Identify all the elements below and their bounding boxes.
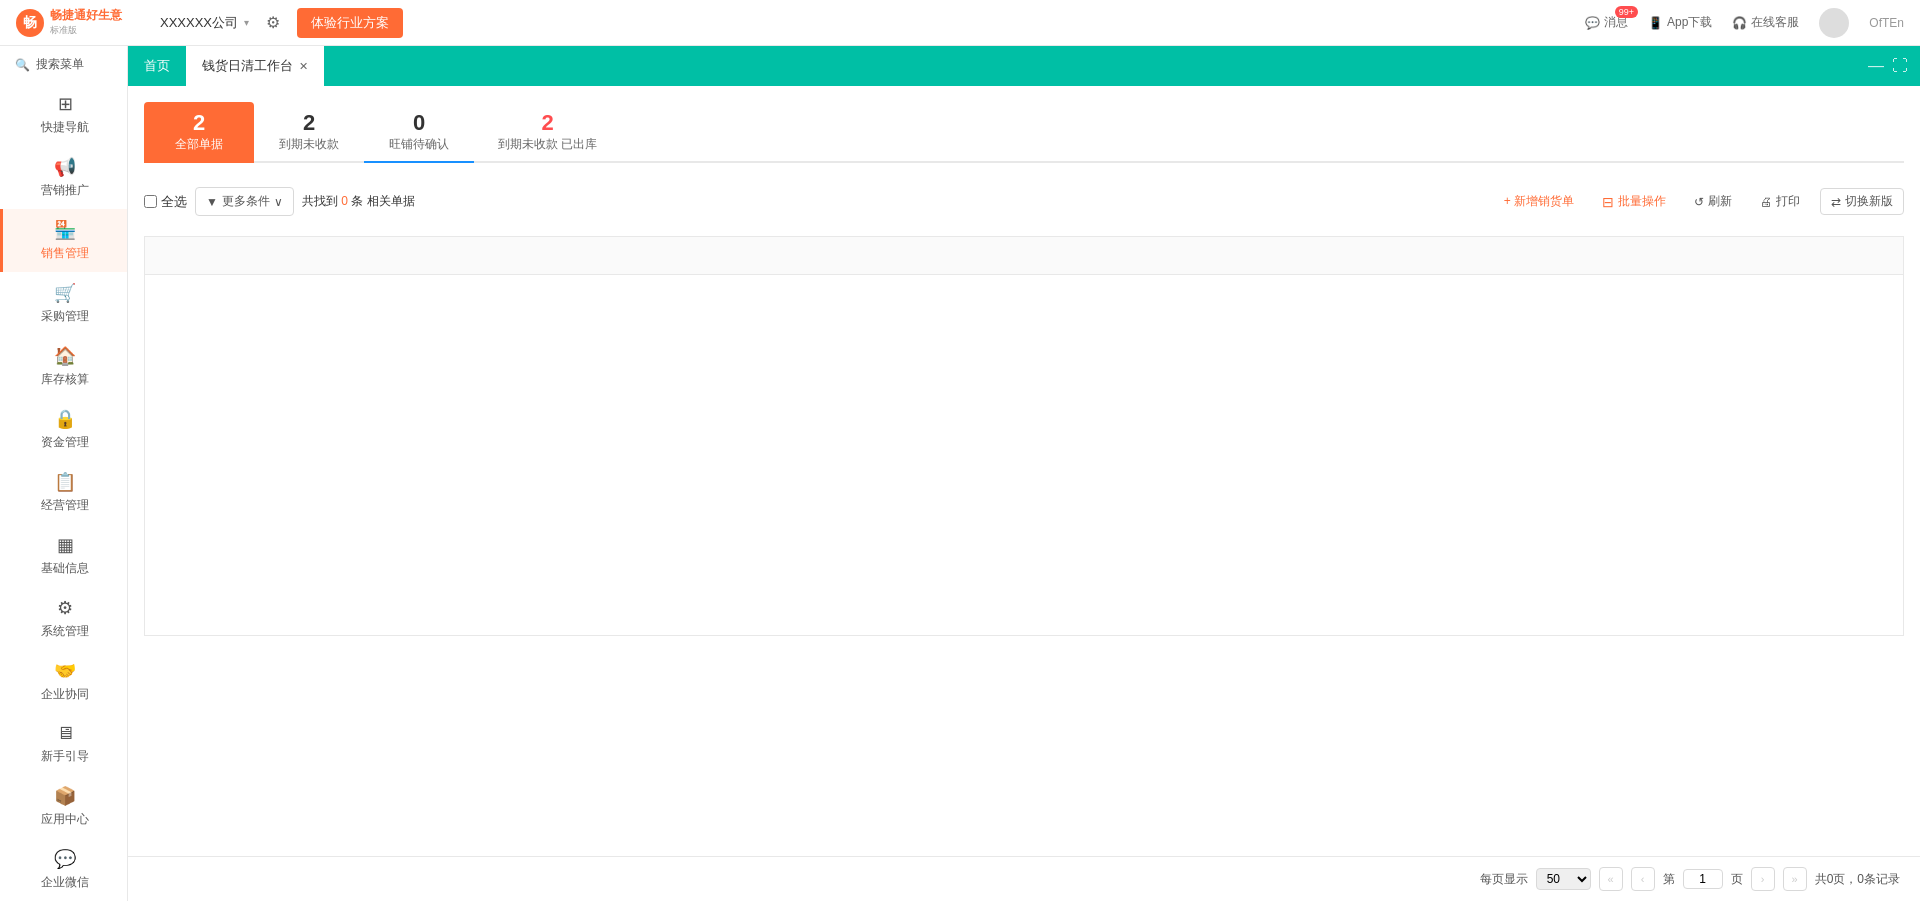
basics-icon: ▦ (57, 534, 74, 556)
summary-tab-shipped[interactable]: 2 到期未收款 已出库 (474, 102, 621, 163)
guide-icon: 🖥 (56, 723, 74, 744)
logo-icon: 畅 (16, 9, 44, 37)
sidebar-item-sales[interactable]: 🏪 销售管理 (0, 209, 127, 272)
per-page-select[interactable]: 50 100 200 (1536, 868, 1591, 890)
finance-icon: 🔒 (54, 408, 76, 430)
company-selector[interactable]: XXXXXX公司 ▾ (160, 14, 249, 32)
message-button[interactable]: 💬 消息 99+ (1585, 14, 1628, 31)
filter-icon: ▼ (206, 195, 218, 209)
refresh-icon: ↺ (1694, 195, 1704, 209)
sidebar-item-operations[interactable]: 📋 经营管理 (0, 461, 127, 524)
operations-icon: 📋 (54, 471, 76, 493)
filter-chevron-icon: ∨ (274, 195, 283, 209)
switch-version-button[interactable]: ⇄ 切换新版 (1820, 188, 1904, 215)
first-page-button[interactable]: « (1599, 867, 1623, 891)
checkbox-input[interactable] (144, 195, 157, 208)
top-header: 畅 畅捷通好生意 标准版 XXXXXX公司 ▾ ⚙ 体验行业方案 💬 消息 99… (0, 0, 1920, 46)
logo-area: 畅 畅捷通好生意 标准版 (16, 8, 144, 37)
sales-icon: 🏪 (54, 219, 76, 241)
online-service-button[interactable]: 🎧 在线客服 (1732, 14, 1799, 31)
page-text: 第 (1663, 871, 1675, 888)
phone-icon: 📱 (1648, 16, 1663, 30)
summary-tab-wangpu[interactable]: 0 旺铺待确认 (364, 102, 474, 163)
sidebar: 🔍 搜索菜单 ⊞ 快捷导航 📢 营销推广 🏪 销售管理 🛒 采购管理 🏠 库存核… (0, 46, 128, 901)
summary-tabs: 2 全部单据 2 到期未收款 0 旺铺待确认 2 到期未收款 已出库 (144, 102, 1904, 163)
sidebar-item-enterprise[interactable]: 🤝 企业协同 (0, 650, 127, 713)
sidebar-item-marketing[interactable]: 📢 营销推广 (0, 146, 127, 209)
more-filter-button[interactable]: ▼ 更多条件 ∨ (195, 187, 294, 216)
system-icon: ⚙ (57, 597, 73, 619)
tab-workbench[interactable]: 钱货日清工作台 ✕ (186, 46, 324, 86)
table-area (144, 236, 1904, 636)
sidebar-item-basics[interactable]: ▦ 基础信息 (0, 524, 127, 587)
wechat-icon: 💬 (54, 848, 76, 870)
sidebar-item-purchase[interactable]: 🛒 采购管理 (0, 272, 127, 335)
switch-icon: ⇄ (1831, 195, 1841, 209)
company-name: XXXXXX公司 (160, 14, 238, 32)
marketing-icon: 📢 (54, 156, 76, 178)
refresh-button[interactable]: ↺ 刷新 (1686, 189, 1740, 214)
sidebar-item-guide[interactable]: 🖥 新手引导 (0, 713, 127, 775)
print-button[interactable]: 🖨 打印 (1752, 189, 1808, 214)
trial-button[interactable]: 体验行业方案 (297, 8, 403, 38)
tab-bar-actions: — ⛶ (1868, 57, 1920, 75)
table-header (145, 237, 1903, 275)
last-page-button[interactable]: » (1783, 867, 1807, 891)
sidebar-item-system[interactable]: ⚙ 系统管理 (0, 587, 127, 650)
pagination-bar: 每页显示 50 100 200 « ‹ 第 页 › » 共0页，0条记录 (128, 856, 1920, 901)
total-label: 共0页，0条记录 (1815, 871, 1900, 888)
tab-close-icon[interactable]: ✕ (299, 60, 308, 73)
message-icon: 💬 (1585, 16, 1600, 30)
found-text: 共找到 0 条 相关单据 (302, 193, 415, 210)
content-inner: 2 全部单据 2 到期未收款 0 旺铺待确认 2 到期未收款 已出库 全选 (128, 86, 1920, 901)
quick-nav-icon: ⊞ (58, 93, 73, 115)
batch-operation-button[interactable]: ⊟ 批量操作 (1594, 189, 1674, 214)
per-page-label: 每页显示 (1480, 871, 1528, 888)
avatar[interactable] (1819, 8, 1849, 38)
tab-expand-icon[interactable]: ⛶ (1892, 57, 1908, 75)
settings-icon[interactable]: ⚙ (259, 9, 287, 37)
chevron-down-icon: ▾ (244, 17, 249, 28)
page-input[interactable] (1683, 869, 1723, 889)
appstore-icon: 📦 (54, 785, 76, 807)
main-content: 2 全部单据 2 到期未收款 0 旺铺待确认 2 到期未收款 已出库 全选 (128, 86, 1920, 901)
page-text-end: 页 (1731, 871, 1743, 888)
search-menu-item[interactable]: 🔍 搜索菜单 (0, 46, 127, 83)
tab-minimize-icon[interactable]: — (1868, 57, 1884, 75)
inventory-icon: 🏠 (54, 345, 76, 367)
sidebar-item-wechat[interactable]: 💬 企业微信 (0, 838, 127, 901)
select-all-checkbox[interactable]: 全选 (144, 193, 187, 211)
enterprise-icon: 🤝 (54, 660, 76, 682)
toolbar-right: + 新增销货单 ⊟ 批量操作 ↺ 刷新 🖨 打印 ⇄ 切换新版 (1496, 188, 1904, 215)
logo-text: 畅捷通好生意 标准版 (50, 8, 122, 37)
message-badge: 99+ (1615, 6, 1638, 18)
user-name: OfTEn (1869, 16, 1904, 30)
next-page-button[interactable]: › (1751, 867, 1775, 891)
tab-bar: 首页 钱货日清工作台 ✕ — ⛶ (128, 46, 1920, 86)
service-icon: 🎧 (1732, 16, 1747, 30)
summary-tab-overdue[interactable]: 2 到期未收款 (254, 102, 364, 163)
app-download-button[interactable]: 📱 App下载 (1648, 14, 1712, 31)
sidebar-item-quick-nav[interactable]: ⊞ 快捷导航 (0, 83, 127, 146)
summary-tab-all[interactable]: 2 全部单据 (144, 102, 254, 163)
print-icon: 🖨 (1760, 195, 1772, 209)
sidebar-item-inventory[interactable]: 🏠 库存核算 (0, 335, 127, 398)
tab-home[interactable]: 首页 (128, 46, 186, 86)
header-right: 💬 消息 99+ 📱 App下载 🎧 在线客服 OfTEn (1585, 8, 1904, 38)
add-sales-order-button[interactable]: + 新增销货单 (1496, 189, 1582, 214)
purchase-icon: 🛒 (54, 282, 76, 304)
sidebar-item-finance[interactable]: 🔒 资金管理 (0, 398, 127, 461)
prev-page-button[interactable]: ‹ (1631, 867, 1655, 891)
search-icon: 🔍 (15, 58, 30, 72)
toolbar: 全选 ▼ 更多条件 ∨ 共找到 0 条 相关单据 + 新增销货单 ⊟ 批量操作 (144, 179, 1904, 224)
batch-icon: ⊟ (1602, 194, 1614, 210)
sidebar-item-appstore[interactable]: 📦 应用中心 (0, 775, 127, 838)
